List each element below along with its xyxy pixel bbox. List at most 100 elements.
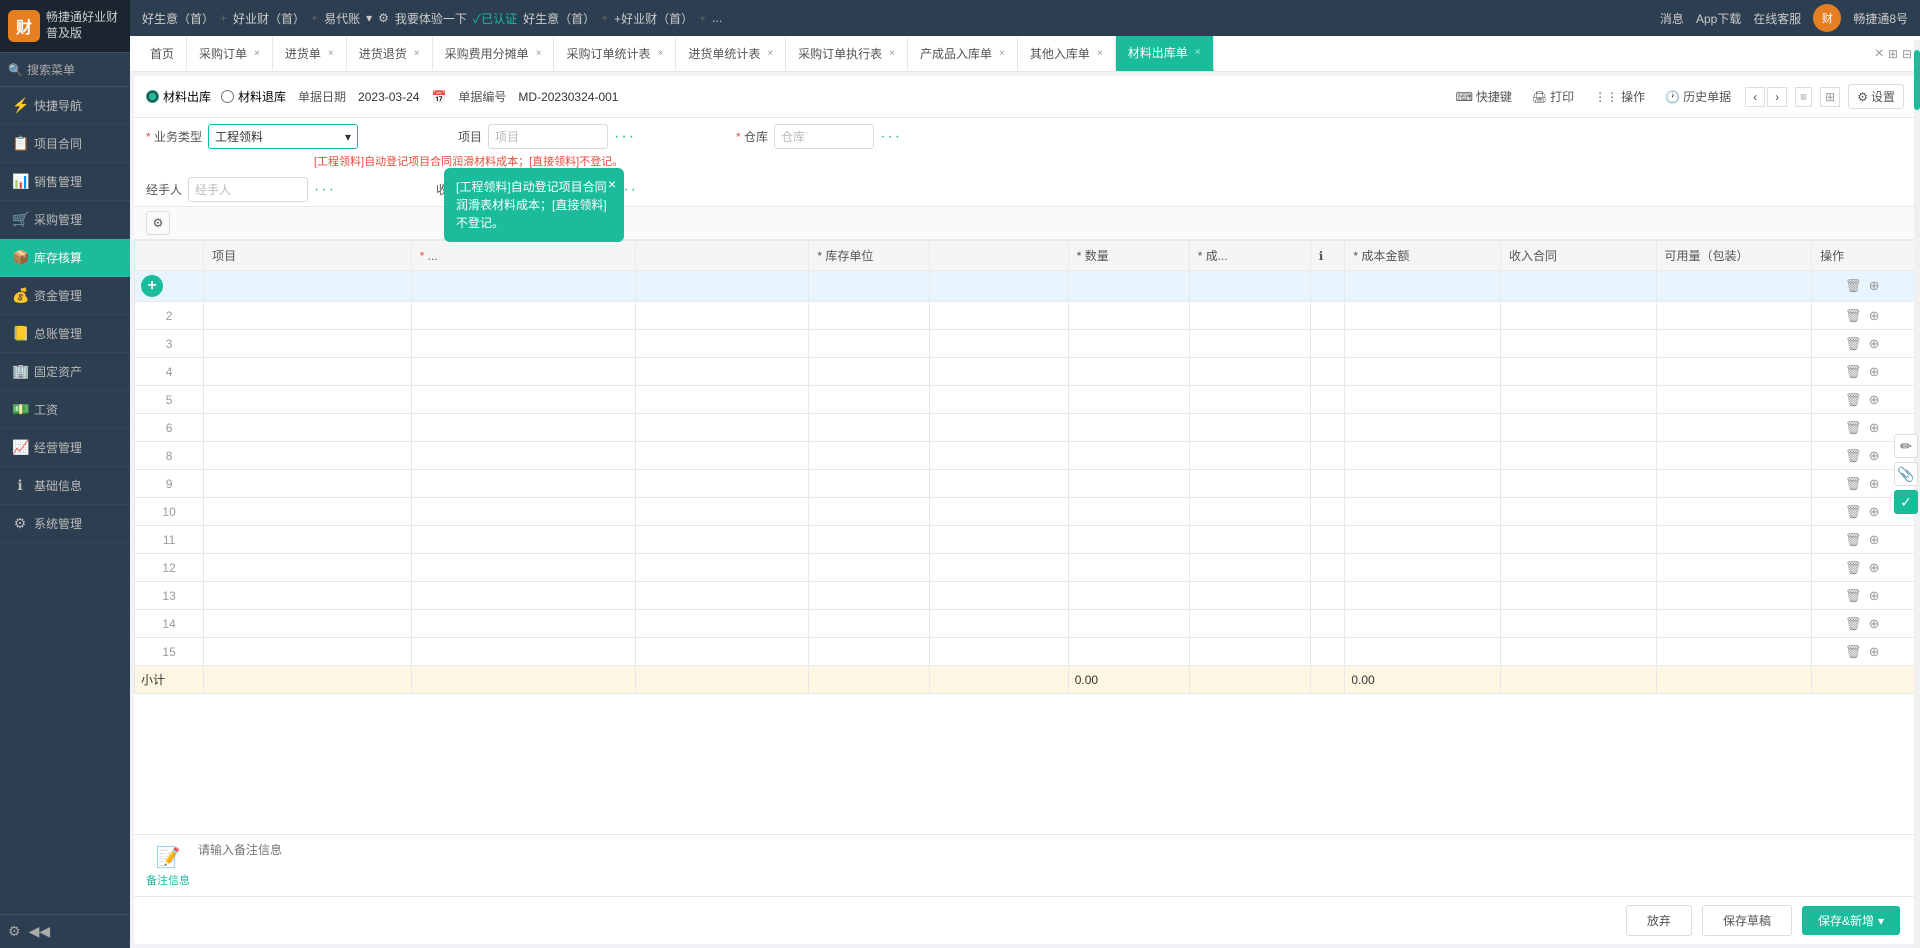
tab-other-in[interactable]: 其他入库单 ×	[1018, 37, 1116, 70]
tab-material-out[interactable]: 材料出库单 ×	[1116, 36, 1214, 71]
tab-purchase-stat[interactable]: 采购订单统计表 ×	[554, 37, 676, 70]
tab-product-in[interactable]: 产成品入库单 ×	[908, 37, 1018, 70]
right-tool-edit[interactable]: ✏	[1894, 434, 1918, 458]
save-new-button[interactable]: 保存&新增 ▾	[1802, 906, 1900, 935]
add-row-warehouse[interactable]	[930, 271, 1068, 302]
sidebar-collapse-icon[interactable]: ◀◀	[29, 923, 51, 940]
row-copy-btn[interactable]: ⊕	[1865, 587, 1883, 605]
right-tool-green[interactable]: ✓	[1894, 490, 1918, 514]
online-service-btn[interactable]: 在线客服	[1753, 10, 1801, 27]
sidebar-item-assets[interactable]: 🏢 固定资产	[0, 353, 130, 391]
row-delete-btn[interactable]: 🗑	[1844, 531, 1862, 549]
sidebar-item-sales[interactable]: 📊 销售管理	[0, 163, 130, 201]
nav-good-biz2[interactable]: 好生意（首）	[523, 10, 595, 27]
row-copy-btn[interactable]: ⊕	[1865, 277, 1883, 295]
nav-good-wealth[interactable]: 好业财（首）	[233, 10, 305, 27]
add-row-qty[interactable]	[1068, 271, 1189, 302]
row-copy-btn[interactable]: ⊕	[1865, 531, 1883, 549]
sidebar-item-quick-nav[interactable]: ⚡ 快捷导航	[0, 87, 130, 125]
app-download-btn[interactable]: App下载	[1696, 10, 1741, 27]
sidebar-item-basic-info[interactable]: ℹ 基础信息	[0, 467, 130, 505]
row-delete-btn[interactable]: 🗑	[1844, 419, 1862, 437]
row-delete-btn[interactable]: 🗑	[1844, 391, 1862, 409]
project-input[interactable]: 项目	[488, 124, 608, 149]
tab-layout-btn[interactable]: ⊞	[1888, 47, 1898, 61]
nav-dropdown[interactable]: ▾	[366, 11, 372, 25]
row-copy-btn[interactable]: ⊕	[1865, 447, 1883, 465]
row-delete-btn[interactable]: 🗑	[1844, 277, 1862, 295]
row-copy-btn[interactable]: ⊕	[1865, 615, 1883, 633]
data-table-container[interactable]: 项目 * ... * 库存单位 * 数量 * 成... ℹ * 成本金额 收入合…	[134, 240, 1916, 834]
row-delete-btn[interactable]: 🗑	[1844, 447, 1862, 465]
row-copy-btn[interactable]: ⊕	[1865, 419, 1883, 437]
next-arrow[interactable]: ›	[1767, 87, 1787, 107]
tab-purchase-order[interactable]: 采购订单 ×	[187, 37, 273, 70]
note-input[interactable]	[198, 843, 1904, 857]
row-copy-btn[interactable]: ⊕	[1865, 335, 1883, 353]
sidebar-item-ledger[interactable]: 📒 总账管理	[0, 315, 130, 353]
tab-purchase-in[interactable]: 进货单 ×	[273, 37, 347, 70]
row-delete-btn[interactable]: 🗑	[1844, 475, 1862, 493]
add-row-income[interactable]	[1500, 271, 1656, 302]
list-view-btn[interactable]: ≡	[1795, 87, 1812, 107]
add-row-project[interactable]	[204, 271, 411, 302]
sidebar-item-operations[interactable]: 📈 经营管理	[0, 429, 130, 467]
sidebar-item-system[interactable]: ⚙ 系统管理	[0, 505, 130, 543]
tab-in-stat[interactable]: 进货单统计表 ×	[676, 37, 786, 70]
grid-view-btn[interactable]: ⊞	[1820, 87, 1840, 107]
row-delete-btn[interactable]: 🗑	[1844, 307, 1862, 325]
add-row-btn[interactable]: +	[141, 275, 163, 297]
history-btn[interactable]: 🕐 历史单据	[1659, 86, 1737, 107]
nav-certified[interactable]: ✓已认证	[473, 10, 517, 27]
nav-good-wealth2[interactable]: +好业财（首）	[614, 10, 693, 27]
sidebar-item-inventory[interactable]: 📦 库存核算	[0, 239, 130, 277]
calendar-icon[interactable]: 📅	[431, 90, 446, 104]
nav-more[interactable]: ...	[712, 11, 722, 25]
user-avatar[interactable]: 财	[1813, 4, 1841, 32]
prev-arrow[interactable]: ‹	[1745, 87, 1765, 107]
warehouse-input[interactable]: 仓库	[774, 124, 874, 149]
row-copy-btn[interactable]: ⊕	[1865, 559, 1883, 577]
right-tool-clip[interactable]: 📎	[1894, 462, 1918, 486]
add-row-avail[interactable]	[1656, 271, 1812, 302]
discard-button[interactable]: 放弃	[1626, 905, 1692, 936]
warehouse-ellipsis[interactable]: ···	[880, 128, 902, 146]
tooltip-close-btn[interactable]: ×	[608, 174, 616, 195]
handler-input[interactable]: 经手人	[188, 177, 308, 202]
row-copy-btn[interactable]: ⊕	[1865, 363, 1883, 381]
radio-material-out[interactable]: 材料出库	[146, 88, 211, 105]
operation-btn[interactable]: ⋮⋮ 操作	[1588, 86, 1651, 107]
save-draft-button[interactable]: 保存草稿	[1702, 905, 1792, 936]
row-delete-btn[interactable]: 🗑	[1844, 559, 1862, 577]
add-row-cost-amount[interactable]	[1345, 271, 1501, 302]
tab-layout-btn2[interactable]: ⊟	[1902, 47, 1912, 61]
add-row-material[interactable]	[411, 271, 636, 302]
handler-ellipsis[interactable]: ···	[314, 181, 336, 199]
tab-purchase-return[interactable]: 进货退货 ×	[347, 37, 433, 70]
table-settings-btn[interactable]: ⚙	[146, 211, 170, 235]
row-delete-btn[interactable]: 🗑	[1844, 363, 1862, 381]
settings-button[interactable]: ⚙ 设置	[1848, 84, 1904, 109]
row-delete-btn[interactable]: 🗑	[1844, 643, 1862, 661]
add-row-unit[interactable]	[809, 271, 930, 302]
sidebar-search[interactable]: 🔍 搜索菜单	[0, 53, 130, 87]
tab-home[interactable]: 首页	[138, 37, 187, 70]
radio-material-return[interactable]: 材料退库	[221, 88, 286, 105]
sidebar-item-project[interactable]: 📋 项目合同	[0, 125, 130, 163]
sidebar-item-finance[interactable]: 💰 资金管理	[0, 277, 130, 315]
tab-close-all[interactable]: ×	[1875, 45, 1884, 63]
nav-good-biz[interactable]: 好生意（首）	[142, 10, 214, 27]
nav-settings-top[interactable]: ⚙	[378, 11, 389, 25]
tab-purchase-expense[interactable]: 采购费用分摊单 ×	[433, 37, 555, 70]
add-row-cost[interactable]	[1189, 271, 1310, 302]
nav-experience[interactable]: 我要体验一下	[395, 10, 467, 27]
row-copy-btn[interactable]: ⊕	[1865, 391, 1883, 409]
row-delete-btn[interactable]: 🗑	[1844, 587, 1862, 605]
shortcut-btn[interactable]: ⌨ 快捷键	[1450, 86, 1518, 107]
row-delete-btn[interactable]: 🗑	[1844, 615, 1862, 633]
row-copy-btn[interactable]: ⊕	[1865, 503, 1883, 521]
row-delete-btn[interactable]: 🗑	[1844, 335, 1862, 353]
add-row-spec[interactable]	[636, 271, 809, 302]
sidebar-settings-icon[interactable]: ⚙	[8, 923, 21, 940]
row-delete-btn[interactable]: 🗑	[1844, 503, 1862, 521]
